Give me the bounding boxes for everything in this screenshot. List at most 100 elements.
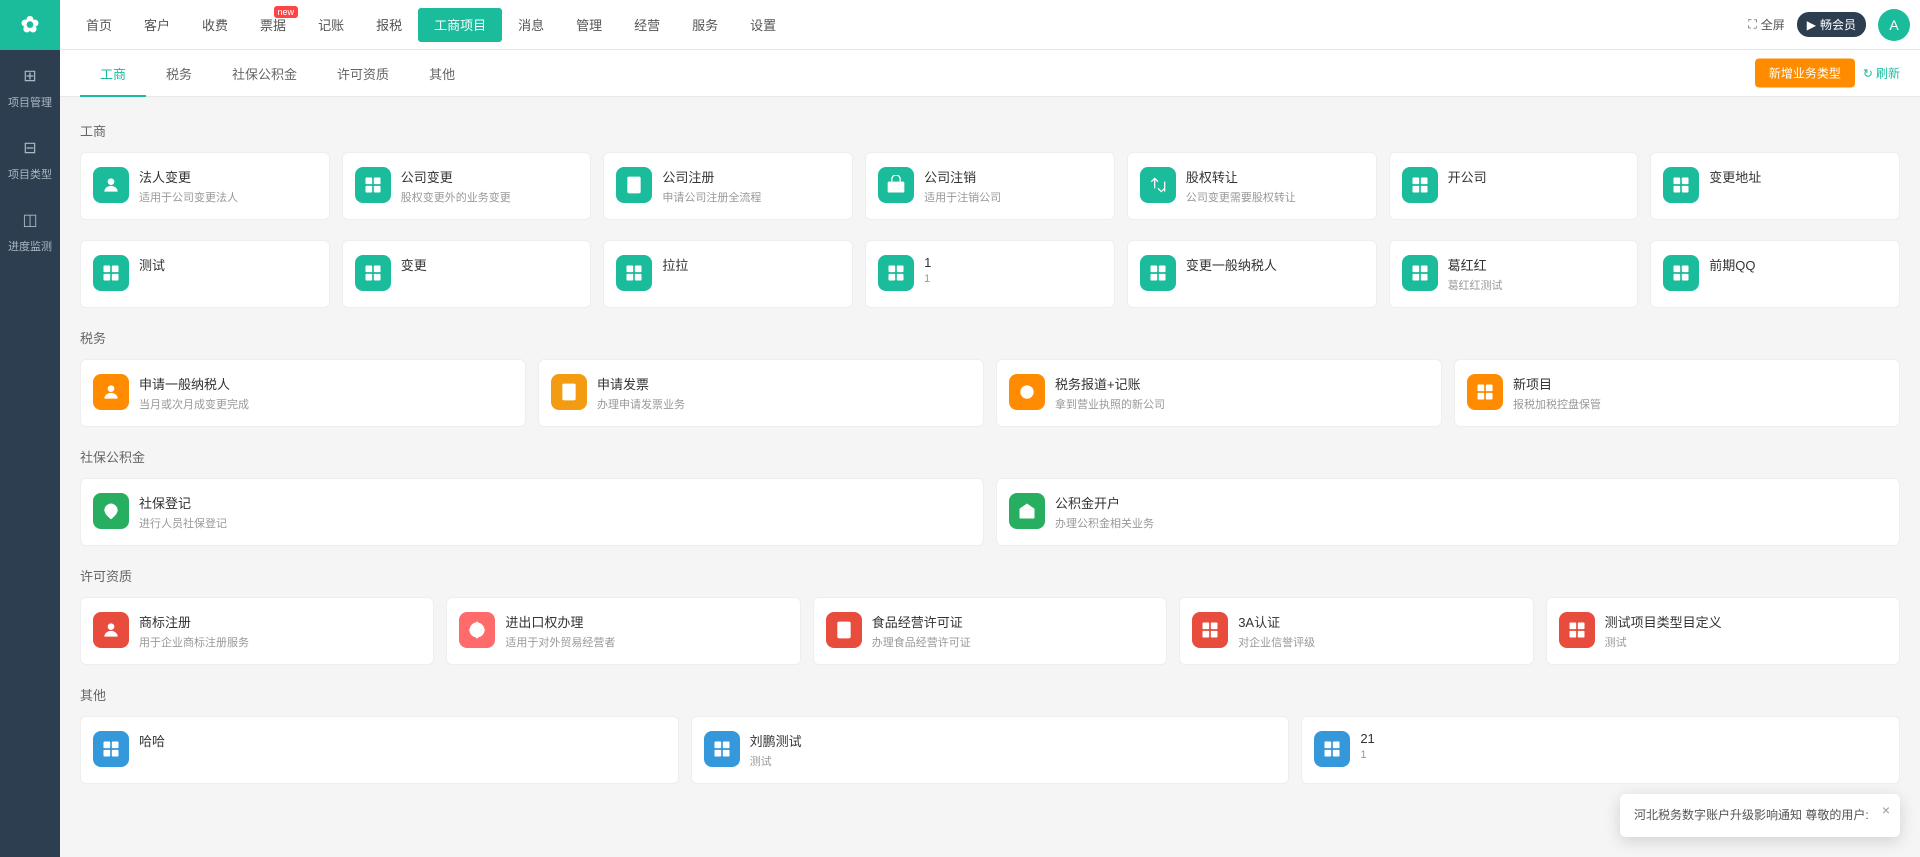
content-body: 工商 法人变更 适用于公司变更法人 [60,97,1920,857]
notification-text: 河北税务数字账户升级影响通知 尊敬的用户: [1634,806,1886,825]
card-title-num1: 1 [924,255,1102,270]
card-social-insurance[interactable]: 社保登记 进行人员社保登记 [80,478,984,546]
card-title-change-general-taxpayer: 变更一般纳税人 [1186,255,1364,274]
nav-business[interactable]: 工商项目 [418,8,502,42]
card-icon-liupeng-test [704,731,740,767]
nav-operation[interactable]: 经营 [618,0,676,50]
card-lala[interactable]: 拉拉 [603,240,853,308]
fullscreen-btn[interactable]: ⛶ 全屏 [1748,16,1784,33]
topnav-right: ⛶ 全屏 ▶ 畅会员 A [1748,9,1910,41]
refresh-button[interactable]: ↻ 刷新 [1863,65,1900,82]
card-tax-report[interactable]: 税务报道+记账 拿到营业执照的新公司 [996,359,1442,427]
card-desc-social-insurance: 进行人员社保登记 [139,515,971,531]
refresh-icon: ↻ [1863,66,1873,80]
card-title-company-cancel: 公司注销 [924,167,1102,186]
card-desc-num1: 1 [924,273,1102,285]
card-company-change[interactable]: 公司变更 股权变更外的业务变更 [342,152,592,220]
card-title-housing-fund: 公积金开户 [1055,493,1887,512]
nav-message[interactable]: 消息 [502,0,560,50]
nav-home[interactable]: 首页 [70,0,128,50]
tab-other[interactable]: 其他 [409,50,475,97]
card-desc-apply-invoice: 办理申请发票业务 [597,396,971,412]
card-desc-tax-report: 拿到营业执照的新公司 [1055,396,1429,412]
card-icon-lala [616,255,652,291]
card-icon-haha [93,731,129,767]
card-change-address[interactable]: 变更地址 [1650,152,1900,220]
content: 工商 税务 社保公积金 许可资质 其他 新增业务类型 ↻ 刷新 工商 [60,50,1920,857]
card-desc-food-license: 办理食品经营许可证 [872,634,1154,650]
card-desc-test-type: 测试 [1605,634,1887,650]
card-company-register[interactable]: 公司注册 申请公司注册全流程 [603,152,853,220]
nav-settings[interactable]: 设置 [734,0,792,50]
card-food-license[interactable]: 食品经营许可证 办理食品经营许可证 [813,597,1167,665]
nav-service[interactable]: 服务 [676,0,734,50]
card-icon-new-project [1467,374,1503,410]
sidebar-item-progress-monitor[interactable]: ◫ 进度监测 [0,194,60,266]
tabs-bar: 工商 税务 社保公积金 许可资质 其他 新增业务类型 ↻ 刷新 [60,50,1920,97]
card-open-company[interactable]: 开公司 [1389,152,1639,220]
tab-gongshang[interactable]: 工商 [80,50,146,97]
card-early-qq[interactable]: 前期QQ [1650,240,1900,308]
nav-tax[interactable]: 报税 [360,0,418,50]
card-title-3a-cert: 3A认证 [1238,612,1520,631]
card-apply-invoice[interactable]: 申请发票 办理申请发票业务 [538,359,984,427]
card-icon-company-change [355,167,391,203]
notification-close-btn[interactable]: × [1882,802,1890,818]
sidebar-item-project-management[interactable]: ⊞ 项目管理 [0,50,60,122]
card-test[interactable]: 测试 [80,240,330,308]
card-num1[interactable]: 1 1 [865,240,1115,308]
card-desc-import-export: 适用于对外贸易经营者 [505,634,787,650]
card-icon-change-general-taxpayer [1140,255,1176,291]
section-title-xuke: 许可资质 [80,566,1900,585]
card-title-company-register: 公司注册 [662,167,840,186]
tab-xuke[interactable]: 许可资质 [317,50,409,97]
card-title-change2: 变更 [401,255,579,274]
card-gehonghong[interactable]: 葛红红 葛红红测试 [1389,240,1639,308]
card-3a-cert[interactable]: 3A认证 对企业信誉评级 [1179,597,1533,665]
card-title-social-insurance: 社保登记 [139,493,971,512]
main-area: 首页 客户 收费 票据 new 记账 报税 工商项目 消息 管理 经营 服务 设… [60,0,1920,857]
card-new-project[interactable]: 新项目 报税加税控盘保管 [1454,359,1900,427]
nav-customer[interactable]: 客户 [128,0,186,50]
other-cards: 哈哈 刘鹏测试 测试 [80,716,1900,784]
card-trademark[interactable]: 商标注册 用于企业商标注册服务 [80,597,434,665]
gongshang-cards-row1: 法人变更 适用于公司变更法人 公司变更 股权变更外的业务变更 [80,152,1900,220]
shuiwu-cards: 申请一般纳税人 当月或次月成变更完成 申请发票 办理申请发票业务 [80,359,1900,427]
sidebar-logo[interactable]: ✿ [0,0,60,50]
sidebar-item-project-type[interactable]: ⊟ 项目类型 [0,122,60,194]
nav-management[interactable]: 管理 [560,0,618,50]
card-change-general-taxpayer[interactable]: 变更一般纳税人 [1127,240,1377,308]
card-title-equity-transfer: 股权转让 [1186,167,1364,186]
nav-tickets[interactable]: 票据 new [244,0,302,50]
sidebar-item-label: 项目类型 [8,166,52,182]
section-title-gongshang: 工商 [80,121,1900,140]
card-icon-apply-general-taxpayer [93,374,129,410]
card-num21[interactable]: 21 1 [1301,716,1900,784]
card-legal-change[interactable]: 法人变更 适用于公司变更法人 [80,152,330,220]
progress-monitor-icon: ◫ [16,206,44,234]
card-title-company-change: 公司变更 [401,167,579,186]
card-equity-transfer[interactable]: 股权转让 公司变更需要股权转让 [1127,152,1377,220]
new-type-button[interactable]: 新增业务类型 [1755,59,1855,88]
card-company-cancel[interactable]: 公司注销 适用于注销公司 [865,152,1115,220]
card-liupeng-test[interactable]: 刘鹏测试 测试 [691,716,1290,784]
card-title-num21: 21 [1360,731,1887,746]
card-haha[interactable]: 哈哈 [80,716,679,784]
card-import-export[interactable]: 进出口权办理 适用于对外贸易经营者 [446,597,800,665]
tab-shuiwu[interactable]: 税务 [146,50,212,97]
nav-billing[interactable]: 收费 [186,0,244,50]
tab-shebao[interactable]: 社保公积金 [212,50,317,97]
card-housing-fund[interactable]: 公积金开户 办理公积金相关业务 [996,478,1900,546]
card-test-type[interactable]: 测试项目类型目定义 测试 [1546,597,1900,665]
card-icon-equity-transfer [1140,167,1176,203]
card-change2[interactable]: 变更 [342,240,592,308]
vip-btn[interactable]: ▶ 畅会员 [1797,12,1866,37]
card-title-haha: 哈哈 [139,731,666,750]
nav-accounting[interactable]: 记账 [302,0,360,50]
card-title-early-qq: 前期QQ [1709,255,1887,274]
card-icon-num21 [1314,731,1350,767]
topnav: 首页 客户 收费 票据 new 记账 报税 工商项目 消息 管理 经营 服务 设… [60,0,1920,50]
avatar[interactable]: A [1878,9,1910,41]
card-desc-new-project: 报税加税控盘保管 [1513,396,1887,412]
card-apply-general-taxpayer[interactable]: 申请一般纳税人 当月或次月成变更完成 [80,359,526,427]
